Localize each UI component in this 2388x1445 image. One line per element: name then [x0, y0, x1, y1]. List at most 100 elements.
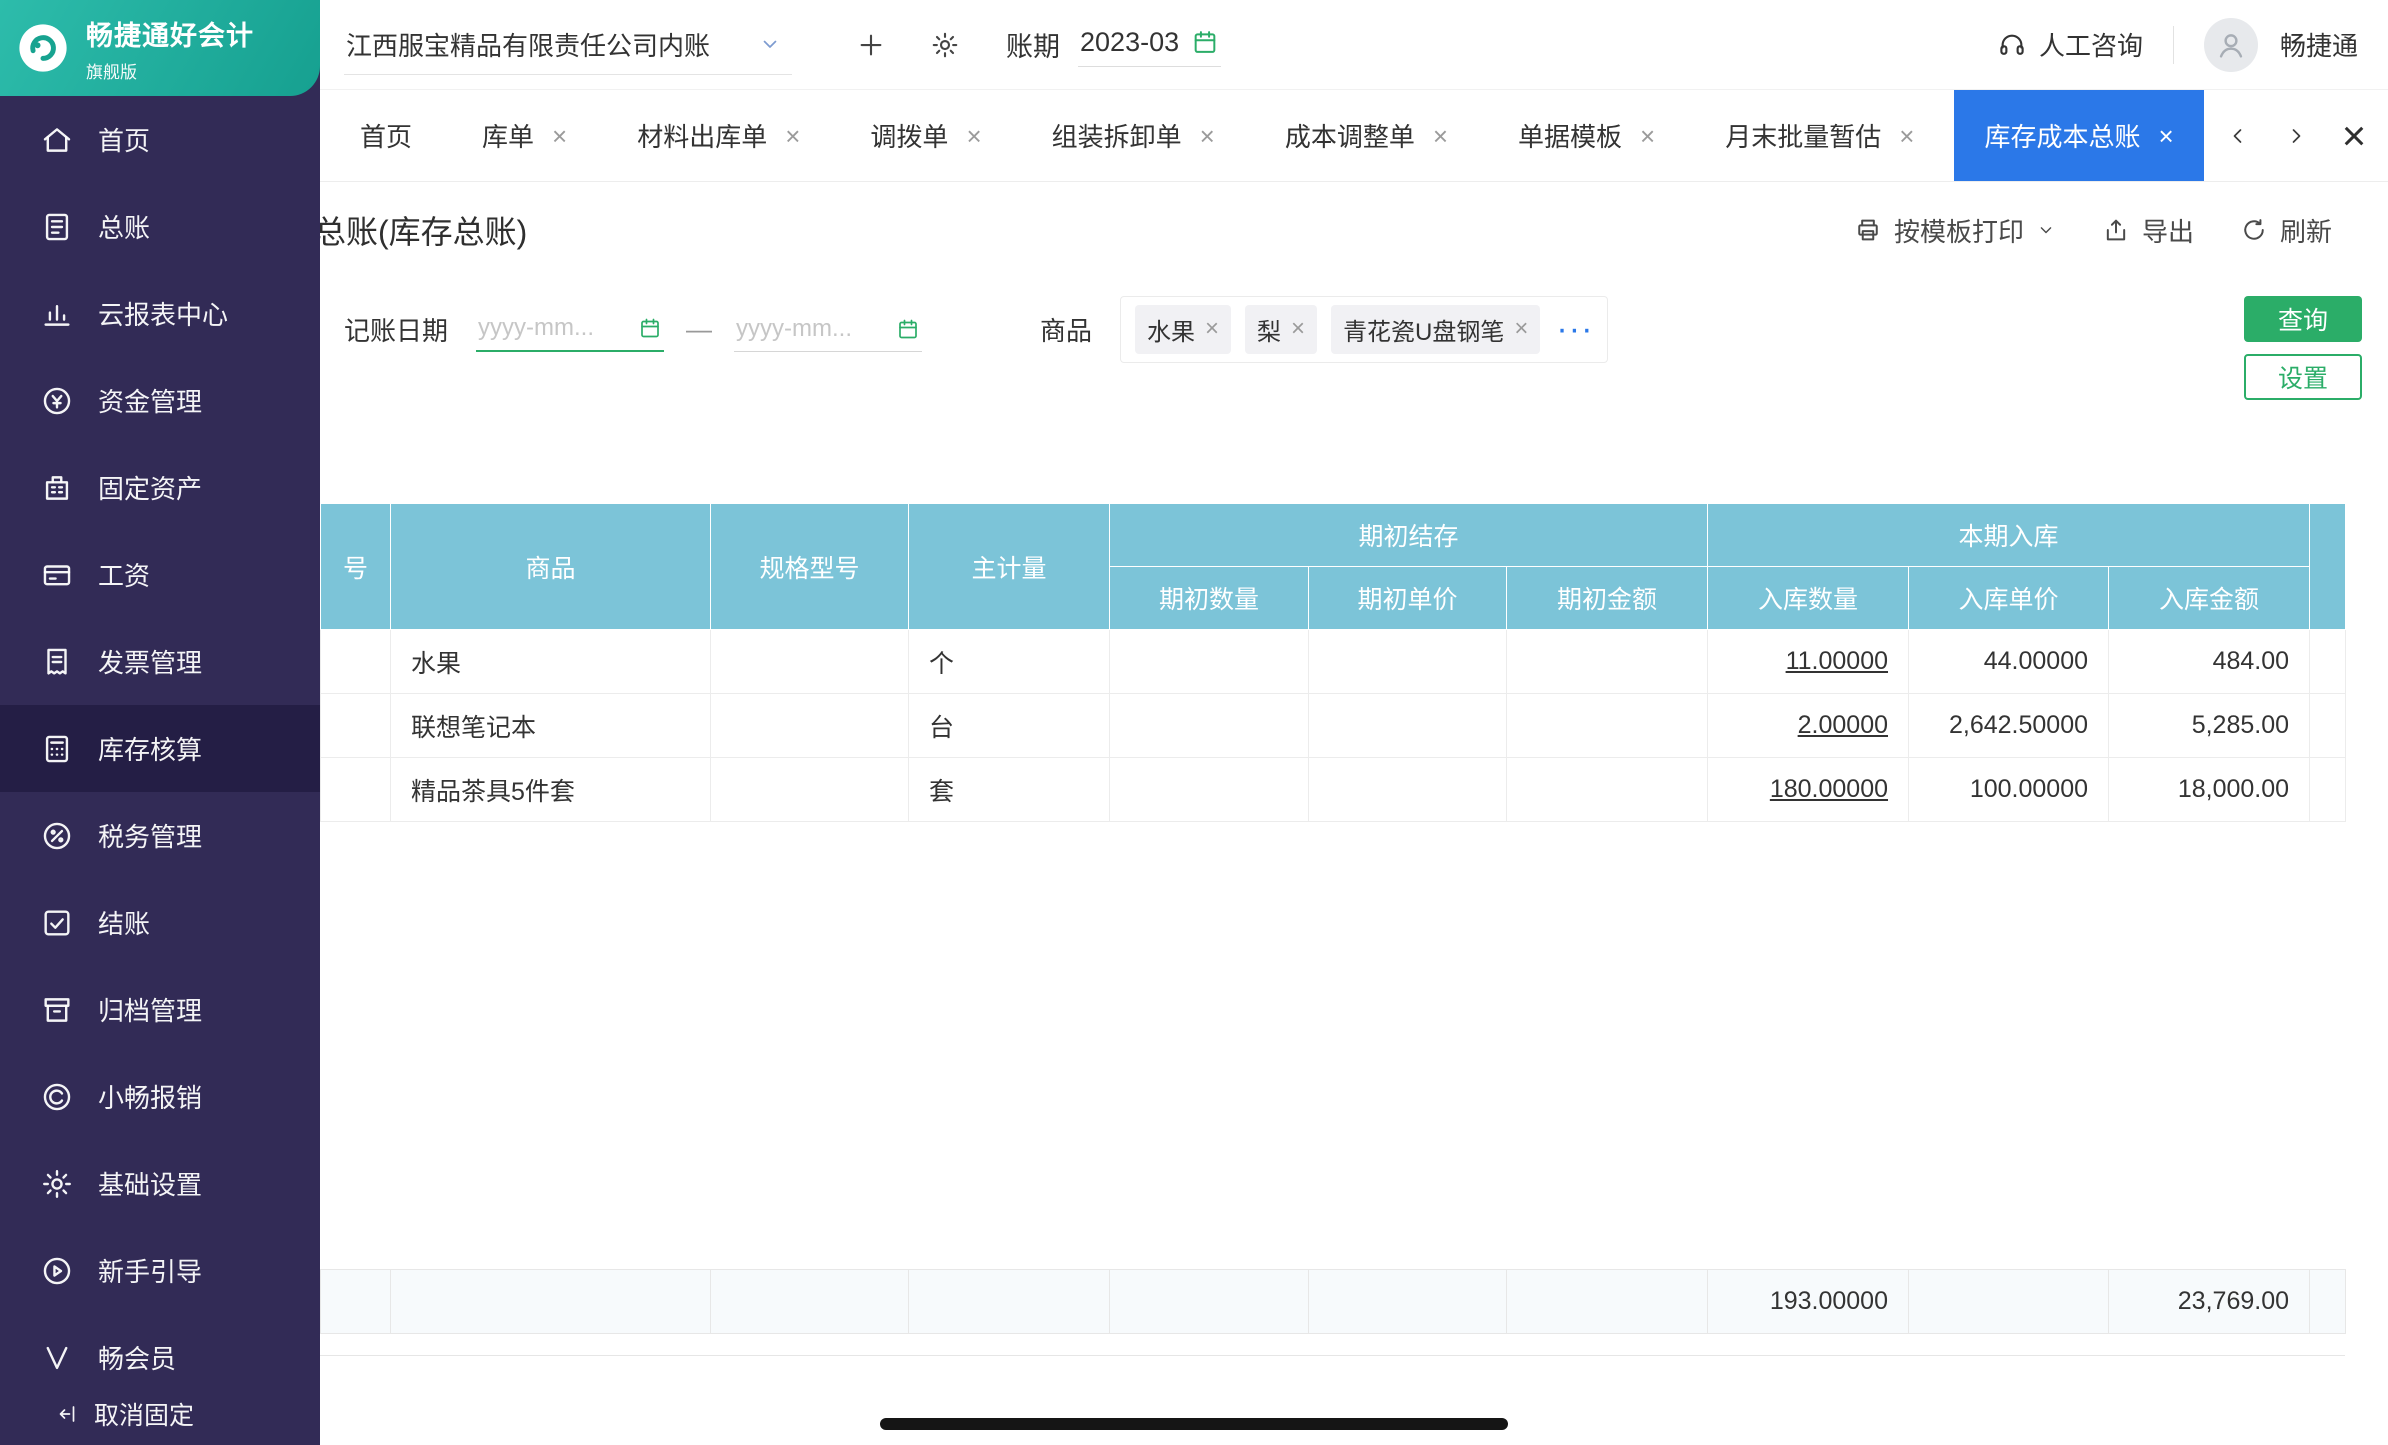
- sidebar-item-closing[interactable]: 结账: [0, 879, 320, 966]
- spec-cell: [710, 629, 909, 694]
- product-tag[interactable]: 水果 ×: [1135, 304, 1232, 354]
- sidebar-item-reimburse[interactable]: 小畅报销: [0, 1053, 320, 1140]
- opening-price-cell: [1308, 693, 1507, 758]
- sidebar-item-guide[interactable]: 新手引导: [0, 1227, 320, 1314]
- tabs-scroll-right-button[interactable]: [2270, 110, 2322, 162]
- unit-cell: 台: [908, 693, 1110, 758]
- sidebar-item-home[interactable]: 首页: [0, 96, 320, 183]
- filter-bar: 记账日期 yyyy-mm... — yyyy-mm... 商品 水果 × 梨 × 青花瓷…: [344, 295, 1609, 363]
- tab-item-5[interactable]: 成本调整单 ×: [1255, 90, 1478, 181]
- inbound-qty-link[interactable]: 180.00000: [1770, 775, 1888, 803]
- avatar[interactable]: [2203, 17, 2258, 72]
- tab-close-icon[interactable]: ×: [1433, 123, 1448, 149]
- sidebar-item-label: 云报表中心: [98, 300, 229, 330]
- sidebar-item-label: 小畅报销: [98, 1083, 203, 1113]
- tag-remove-icon[interactable]: ×: [1514, 317, 1528, 341]
- export-icon: [2102, 216, 2130, 244]
- tabs-scroll-left-button[interactable]: [2212, 110, 2264, 162]
- tab-close-icon[interactable]: ×: [1200, 123, 1215, 149]
- chevron-down-icon: [2036, 220, 2056, 240]
- tab-label: 月末批量暂估: [1725, 122, 1882, 152]
- table-row[interactable]: 水果 个 11.00000 44.00000 484.00: [320, 629, 2347, 694]
- live-support-button[interactable]: 人工咨询: [1997, 26, 2143, 63]
- tab-item-2[interactable]: 材料出库单 ×: [607, 90, 830, 181]
- tab-item-7[interactable]: 月末批量暂估 ×: [1695, 90, 1944, 181]
- filter-settings-button[interactable]: 设置: [2244, 354, 2362, 400]
- sidebar-item-invoice[interactable]: 发票管理: [0, 618, 320, 705]
- home-icon: [40, 123, 74, 157]
- tab-item-8[interactable]: 库存成本总账 ×: [1954, 90, 2204, 181]
- tag-remove-icon[interactable]: ×: [1205, 317, 1219, 341]
- sidebar-item-general-ledger[interactable]: 总账: [0, 183, 320, 270]
- salary-icon: [40, 558, 74, 592]
- print-by-template-button[interactable]: 按模板打印: [1854, 212, 2056, 249]
- export-button[interactable]: 导出: [2102, 212, 2194, 249]
- add-account-set-button[interactable]: [856, 30, 886, 60]
- sidebar-item-inventory[interactable]: 库存核算: [0, 705, 320, 792]
- sidebar-item-fixed-assets[interactable]: 固定资产: [0, 444, 320, 531]
- inbound-qty-link[interactable]: 11.00000: [1786, 647, 1888, 675]
- chevron-down-icon: [758, 32, 782, 56]
- tag-remove-icon[interactable]: ×: [1291, 317, 1305, 341]
- company-selector[interactable]: 江西服宝精品有限责任公司内账: [344, 15, 793, 75]
- tab-item-6[interactable]: 单据模板 ×: [1488, 90, 1685, 181]
- query-button[interactable]: 查询: [2244, 296, 2362, 342]
- tab-label: 调拨单: [870, 122, 949, 152]
- unit-cell: 个: [908, 629, 1110, 694]
- product-tag[interactable]: 青花瓷U盘钢笔 ×: [1331, 304, 1541, 354]
- export-label: 导出: [2141, 216, 2194, 247]
- product-tag-label: 梨: [1257, 318, 1282, 346]
- tab-item-3[interactable]: 调拨单 ×: [840, 90, 1011, 181]
- sidebar-item-cloud-report-center[interactable]: 云报表中心: [0, 270, 320, 357]
- summary-row: 193.00000 23,769.00: [320, 1269, 2346, 1334]
- close-all-tabs-button[interactable]: ×: [2328, 110, 2380, 162]
- refresh-button[interactable]: 刷新: [2240, 212, 2332, 249]
- product-tag[interactable]: 梨 ×: [1245, 304, 1318, 354]
- date-from-placeholder: yyyy-mm...: [478, 314, 594, 341]
- period-picker[interactable]: 2023-03: [1078, 23, 1222, 67]
- spec-cell: [710, 693, 909, 758]
- table-row[interactable]: 精品茶具5件套 套 180.00000 100.00000 18,000.00: [320, 757, 2347, 822]
- rowno-cell: [320, 693, 391, 758]
- overflow-cell: [2309, 693, 2347, 758]
- col-header-opening-price: 期初单价: [1308, 566, 1507, 630]
- table-row[interactable]: 联想笔记本 台 2.00000 2,642.50000 5,285.00: [320, 693, 2347, 758]
- col-header-opening-amount: 期初金额: [1505, 566, 1709, 630]
- tab-label: 成本调整单: [1284, 122, 1415, 152]
- tab-close-icon[interactable]: ×: [2158, 123, 2173, 149]
- inbound-price-cell: 100.00000: [1908, 757, 2110, 822]
- calendar-icon: [1191, 28, 1219, 56]
- more-product-tags-icon[interactable]: ···: [1556, 312, 1593, 346]
- tab-close-icon[interactable]: ×: [1899, 123, 1914, 149]
- date-from-input[interactable]: yyyy-mm...: [476, 306, 665, 352]
- tab-item-4[interactable]: 组装拆卸单 ×: [1022, 90, 1245, 181]
- sidebar-item-basic-settings[interactable]: 基础设置: [0, 1140, 320, 1227]
- summary-empty-cell: [710, 1269, 909, 1334]
- tab-bar: 首页 库单 × 材料出库单 × 调拨单 × 组装拆卸单 × 成本调整单 × 单据模板 × 月末批量暂估 × 库…: [320, 90, 2388, 182]
- tab-item-0[interactable]: 首页: [330, 90, 442, 181]
- tab-close-icon[interactable]: ×: [785, 123, 800, 149]
- horizontal-scrollbar[interactable]: [880, 1418, 1508, 1430]
- account-settings-gear-button[interactable]: [930, 30, 960, 60]
- refresh-label: 刷新: [2279, 216, 2332, 247]
- tab-close-icon[interactable]: ×: [966, 123, 981, 149]
- open-tabs: 首页 库单 × 材料出库单 × 调拨单 × 组装拆卸单 × 成本调整单 × 单据模板 × 月末批量暂估 × 库…: [330, 90, 2204, 181]
- sidebar-item-archive[interactable]: 归档管理: [0, 966, 320, 1053]
- date-to-input[interactable]: yyyy-mm...: [734, 307, 923, 352]
- tab-item-1[interactable]: 库单 ×: [452, 90, 597, 181]
- report-center-icon: [40, 297, 74, 331]
- sidebar-item-funds[interactable]: 资金管理: [0, 357, 320, 444]
- opening-amount-cell: [1505, 693, 1709, 758]
- rowno-cell: [320, 757, 391, 822]
- tab-close-icon[interactable]: ×: [1640, 123, 1655, 149]
- unpin-sidebar-button[interactable]: 取消固定: [0, 1383, 320, 1445]
- sidebar-item-salary[interactable]: 工资: [0, 531, 320, 618]
- company-name: 江西服宝精品有限责任公司内账: [346, 30, 711, 61]
- main-area: 江西服宝精品有限责任公司内账 账期 2023-03 人工咨询 畅捷通 首页 库单…: [320, 0, 2388, 1445]
- app-title: 畅捷通好会计: [86, 20, 254, 51]
- tab-close-icon[interactable]: ×: [552, 123, 567, 149]
- product-tags-box[interactable]: 水果 × 梨 × 青花瓷U盘钢笔 × ···: [1120, 295, 1609, 363]
- tab-label: 库单: [482, 122, 535, 152]
- inbound-qty-link[interactable]: 2.00000: [1798, 711, 1888, 739]
- sidebar-item-tax[interactable]: 税务管理: [0, 792, 320, 879]
